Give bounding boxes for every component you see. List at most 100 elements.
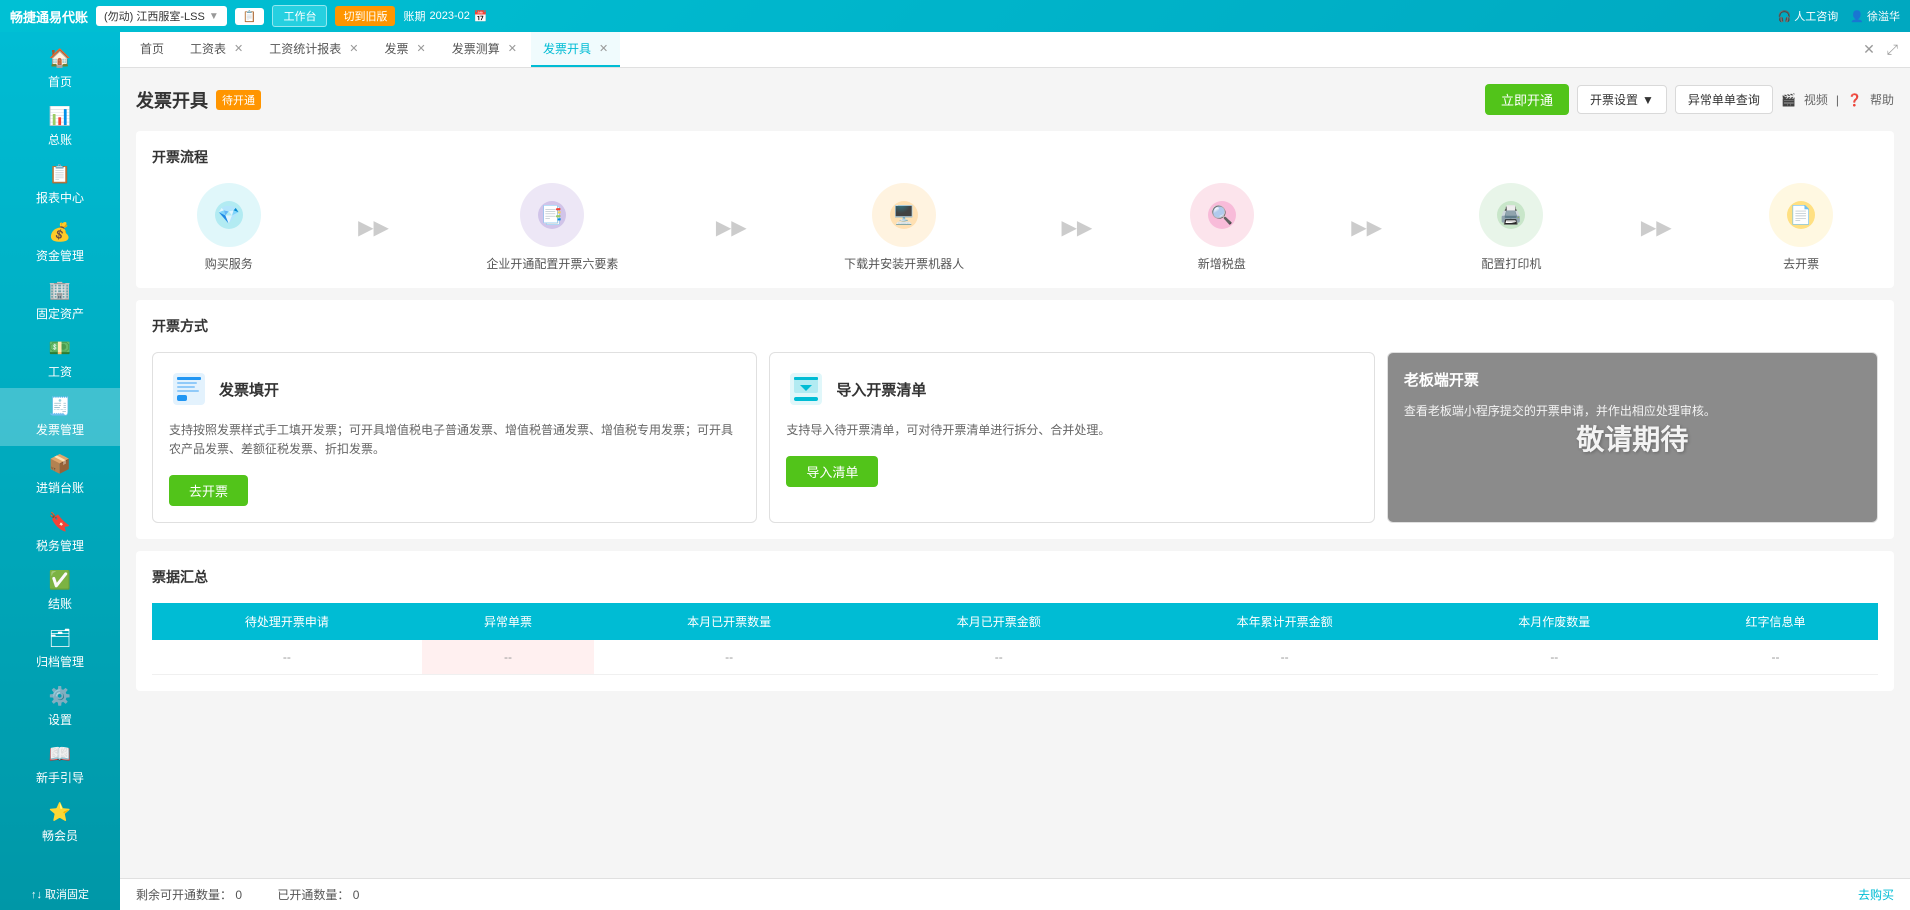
sidebar-item-member[interactable]: ⭐ 畅会员: [0, 794, 120, 852]
go-issue-button[interactable]: 去开票: [169, 475, 248, 506]
sidebar-item-home-label: 首页: [48, 73, 72, 90]
flow-step-printer-label: 配置打印机: [1481, 255, 1541, 272]
status-badge: 待开通: [216, 90, 261, 110]
video-label[interactable]: 视频: [1804, 91, 1828, 108]
close-tab-invoice-calc[interactable]: ✕: [508, 42, 517, 55]
chevron-down-icon: ▼: [209, 11, 219, 22]
import-card-desc: 支持导入待开票清单，可对待开票清单进行拆分、合并处理。: [786, 421, 1357, 440]
sidebar-item-guide[interactable]: 📖 新手引导: [0, 736, 120, 794]
close-period-icon: ✅: [49, 570, 71, 591]
abnormal-query-button[interactable]: 异常单单查询: [1675, 85, 1773, 114]
summary-header-yearly-amount: 本年累计开票金额: [1134, 603, 1436, 640]
summary-header-void-count: 本月作废数量: [1436, 603, 1673, 640]
flow-steps: 💎 购买服务 ▶▶ 📑 企业开通配置开票六要素 ▶▶: [152, 183, 1878, 272]
page-header: 发票开具 待开通 立即开通 开票设置 ▼ 异常单单查询 🎬 视频 | ❓: [136, 84, 1894, 115]
salary-icon: 💵: [49, 338, 71, 359]
close-tab-salary-report[interactable]: ✕: [349, 42, 358, 55]
member-icon: ⭐: [49, 802, 71, 823]
svg-text:🖨️: 🖨️: [1500, 204, 1522, 225]
summary-header-monthly-amount: 本月已开票金额: [864, 603, 1134, 640]
fill-invoice-card: 发票填开 支持按照发票样式手工填开发票；可开具增值税电子普通发票、增值税普通发票…: [152, 352, 757, 523]
consultant-link[interactable]: 🎧 人工咨询: [1777, 8, 1838, 24]
close-tab-invoice[interactable]: ✕: [417, 42, 426, 55]
flow-arrow-3: ▶▶: [1062, 215, 1093, 240]
assets-icon: 🏢: [49, 280, 71, 301]
download-icon: 🖥️: [872, 183, 936, 247]
sidebar-item-funds[interactable]: 💰 资金管理: [0, 214, 120, 272]
import-invoice-card: 导入开票清单 支持导入待开票清单，可对待开票清单进行拆分、合并处理。 导入清单: [769, 352, 1374, 523]
summary-cell-monthly-count: --: [594, 640, 864, 675]
home-icon: 🏠: [49, 48, 71, 69]
sidebar-item-tax[interactable]: 🔖 税务管理: [0, 504, 120, 562]
page-title: 发票开具: [136, 87, 208, 113]
sidebar-item-settings[interactable]: ⚙️ 设置: [0, 678, 120, 736]
headset-icon: 🎧: [1777, 11, 1791, 23]
sidebar-item-invoice[interactable]: 🧾 发票管理: [0, 388, 120, 446]
sidebar-item-guide-label: 新手引导: [36, 769, 84, 786]
help-label[interactable]: 帮助: [1870, 91, 1894, 108]
tab-invoice[interactable]: 发票 ✕: [372, 32, 437, 67]
fill-card-desc: 支持按照发票样式手工填开发票；可开具增值税电子普通发票、增值税普通发票、增值税专…: [169, 421, 740, 459]
tab-salary-table[interactable]: 工资表 ✕: [178, 32, 255, 67]
invoice-icon: 🧾: [49, 396, 71, 417]
flow-arrow-5: ▶▶: [1641, 215, 1672, 240]
copy-button[interactable]: 📋: [235, 8, 265, 25]
summary-cell-abnormal: --: [422, 640, 595, 675]
sidebar-item-home[interactable]: 🏠 首页: [0, 40, 120, 98]
sidebar-item-tax-label: 税务管理: [36, 537, 84, 554]
sidebar-item-close-label: 结账: [48, 595, 72, 612]
summary-section-title: 票据汇总: [152, 567, 1878, 587]
sidebar-item-archive[interactable]: 🗂 归档管理: [0, 620, 120, 678]
user-area[interactable]: 👤 徐溢华: [1850, 8, 1900, 24]
calendar-icon[interactable]: 📅: [474, 10, 488, 23]
tab-salary-report[interactable]: 工资统计报表 ✕: [257, 32, 370, 67]
tab-restore-button[interactable]: ⤢: [1883, 39, 1902, 60]
opened-value: 0: [353, 888, 360, 902]
svg-text:📑: 📑: [541, 204, 563, 225]
username: 徐溢华: [1867, 11, 1900, 23]
company-selector[interactable]: (勿动) 江西服室-LSS ▼: [96, 6, 227, 26]
sidebar-item-assets-label: 固定资产: [36, 305, 84, 322]
tab-invoice-calc[interactable]: 发票测算 ✕: [440, 32, 529, 67]
ticket-settings-button[interactable]: 开票设置 ▼: [1577, 85, 1667, 114]
purchase-sales-icon: 📦: [49, 454, 71, 475]
tab-close-all-button[interactable]: ✕: [1859, 39, 1879, 60]
issue-icon: 📄: [1769, 183, 1833, 247]
help-icon: ❓: [1847, 93, 1862, 107]
import-card-header: 导入开票清单: [786, 369, 1357, 409]
summary-table: 待处理开票申请 异常单票 本月已开票数量 本月已开票金额 本年累计开票金额 本月…: [152, 603, 1878, 675]
old-terminal-title: 老板端开票: [1404, 369, 1861, 390]
svg-text:📄: 📄: [1790, 204, 1812, 225]
reports-icon: 📋: [49, 164, 71, 185]
chevron-down-icon: ▼: [1642, 93, 1654, 107]
import-list-button[interactable]: 导入清单: [786, 456, 878, 487]
top-bar-left: 畅捷通易代账 (勿动) 江西服室-LSS ▼ 📋 工作台 切到旧版 账期 202…: [10, 5, 488, 27]
summary-header-pending: 待处理开票申请: [152, 603, 422, 640]
immediate-open-button[interactable]: 立即开通: [1485, 84, 1569, 115]
sidebar-item-reports[interactable]: 📋 报表中心: [0, 156, 120, 214]
sidebar-item-assets[interactable]: 🏢 固定资产: [0, 272, 120, 330]
company-name: (勿动) 江西服室-LSS: [104, 8, 205, 24]
flow-step-issue-label: 去开票: [1783, 255, 1819, 272]
flow-step-download: 🖥️ 下载并安装开票机器人: [844, 183, 964, 272]
remaining-value: 0: [235, 888, 242, 902]
sidebar-pin-button[interactable]: ↑↓ 取消固定: [0, 878, 120, 910]
sidebar-item-salary[interactable]: 💵 工资: [0, 330, 120, 388]
page-content: 发票开具 待开通 立即开通 开票设置 ▼ 异常单单查询 🎬 视频 | ❓: [120, 68, 1910, 878]
fill-card-icon: [169, 369, 209, 409]
sidebar-item-member-label: 畅会员: [42, 827, 78, 844]
tab-home[interactable]: 首页: [128, 32, 176, 67]
buy-link[interactable]: 去购买: [1858, 886, 1894, 903]
close-tab-invoice-issue[interactable]: ✕: [599, 42, 608, 55]
sidebar-item-purchase-sales[interactable]: 📦 进销台账: [0, 446, 120, 504]
sidebar-item-ledger[interactable]: 📊 总账: [0, 98, 120, 156]
guide-icon: 📖: [49, 744, 71, 765]
workbench-button[interactable]: 工作台: [272, 5, 327, 27]
summary-header-row: 待处理开票申请 异常单票 本月已开票数量 本月已开票金额 本年累计开票金额 本月…: [152, 603, 1878, 640]
tab-invoice-issue[interactable]: 发票开具 ✕: [531, 32, 620, 67]
funds-icon: 💰: [49, 222, 71, 243]
switch-version-button[interactable]: 切到旧版: [335, 6, 395, 26]
flow-section: 开票流程 💎 购买服务 ▶▶ 📑 企业开通配置开票六要素: [136, 131, 1894, 288]
sidebar-item-close[interactable]: ✅ 结账: [0, 562, 120, 620]
close-tab-salary[interactable]: ✕: [234, 42, 243, 55]
